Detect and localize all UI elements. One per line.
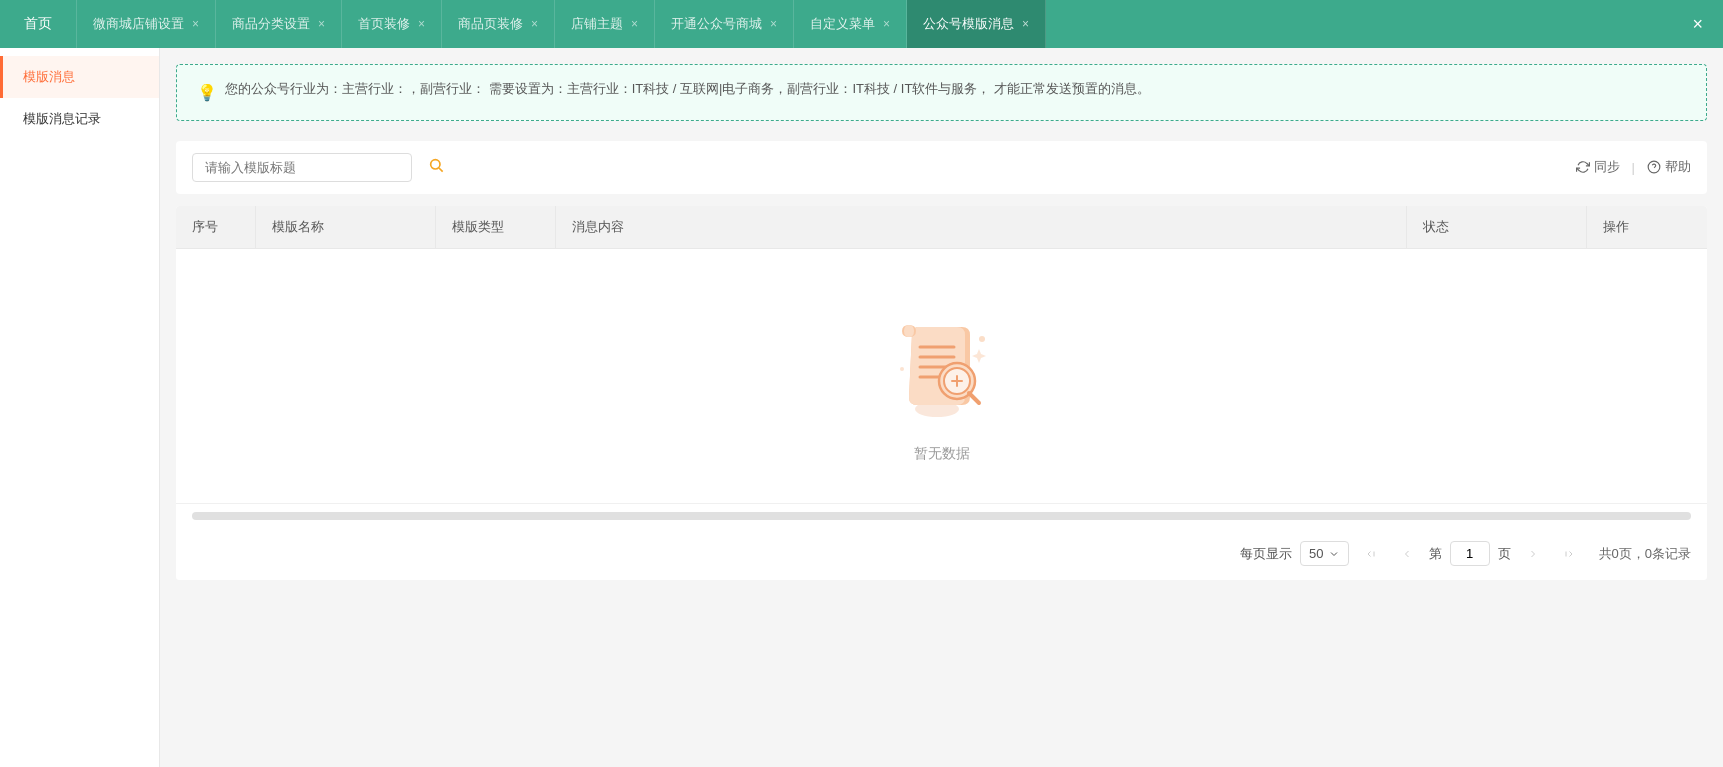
nav-tab-openstore-label: 开通公众号商城 [671, 15, 762, 33]
page-size-value: 50 [1309, 546, 1323, 561]
empty-illustration [882, 309, 1002, 429]
close-icon[interactable]: × [1022, 17, 1029, 31]
chevron-right-icon [1527, 548, 1539, 560]
nav-tab-weishop[interactable]: 微商城店铺设置 × [77, 0, 216, 48]
nav-tab-custommenu[interactable]: 自定义菜单 × [794, 0, 907, 48]
nav-tab-openstore[interactable]: 开通公众号商城 × [655, 0, 794, 48]
col-status: 状态 [1407, 206, 1587, 248]
sidebar-item-template-record[interactable]: 模版消息记录 [0, 98, 159, 140]
col-name: 模版名称 [256, 206, 436, 248]
col-content: 消息内容 [556, 206, 1407, 248]
global-close-icon: × [1692, 14, 1703, 35]
svg-point-0 [431, 160, 440, 169]
table-header: 序号 模版名称 模版类型 消息内容 状态 操作 [176, 206, 1707, 249]
last-page-button[interactable] [1555, 540, 1583, 568]
search-input[interactable] [192, 153, 412, 182]
next-page-button[interactable] [1519, 540, 1547, 568]
sidebar: 模版消息 模版消息记录 [0, 48, 160, 767]
sync-label: 同步 [1594, 158, 1620, 176]
nav-tab-productpage-label: 商品页装修 [458, 15, 523, 33]
col-type: 模版类型 [436, 206, 556, 248]
close-icon[interactable]: × [418, 17, 425, 31]
last-page-icon [1563, 548, 1575, 560]
notice-text: 您的公众号行业为：主营行业：，副营行业： 需要设置为：主营行业：IT科技 / 互… [225, 79, 1150, 100]
col-action: 操作 [1587, 206, 1707, 248]
search-bar: 同步 | 帮助 [176, 141, 1707, 194]
svg-line-11 [969, 393, 979, 403]
divider: | [1632, 160, 1635, 175]
page-end-word: 页 [1498, 545, 1511, 563]
close-icon[interactable]: × [531, 17, 538, 31]
refresh-icon [1576, 160, 1590, 174]
notice-box: 💡 您的公众号行业为：主营行业：，副营行业： 需要设置为：主营行业：IT科技 /… [176, 64, 1707, 121]
nav-tab-templatemsg[interactable]: 公众号模版消息 × [907, 0, 1046, 48]
notice-highlight: 需要设置为：主营行业：IT科技 / 互联网|电子商务，副营行业：IT科技 / I… [489, 81, 991, 96]
sidebar-item-template-msg-label: 模版消息 [23, 69, 75, 84]
nav-tab-weishop-label: 微商城店铺设置 [93, 15, 184, 33]
nav-tab-templatemsg-label: 公众号模版消息 [923, 15, 1014, 33]
help-button[interactable]: 帮助 [1647, 158, 1691, 176]
first-page-button[interactable] [1357, 540, 1385, 568]
search-right: 同步 | 帮助 [1576, 158, 1691, 176]
close-icon[interactable]: × [318, 17, 325, 31]
close-icon[interactable]: × [770, 17, 777, 31]
nav-tab-theme[interactable]: 店铺主题 × [555, 0, 655, 48]
main-content: 💡 您的公众号行业为：主营行业：，副营行业： 需要设置为：主营行业：IT科技 /… [160, 48, 1723, 767]
svg-point-14 [979, 336, 985, 342]
empty-text: 暂无数据 [914, 445, 970, 463]
pagination: 每页显示 50 第 [176, 528, 1707, 580]
chevron-down-icon [1328, 548, 1340, 560]
empty-state: 暂无数据 [176, 249, 1707, 503]
layout: 模版消息 模版消息记录 💡 您的公众号行业为：主营行业：，副营行业： 需要设置为… [0, 48, 1723, 767]
page-word: 第 [1429, 545, 1442, 563]
table-container: 序号 模版名称 模版类型 消息内容 状态 操作 [176, 206, 1707, 580]
page-size-select[interactable]: 50 [1300, 541, 1348, 566]
nav-tab-theme-label: 店铺主题 [571, 15, 623, 33]
page-size-label: 每页显示 [1240, 545, 1292, 563]
svg-point-15 [900, 367, 904, 371]
notice-prefix: 您的公众号行业为：主营行业：，副营行业： [225, 81, 485, 96]
chevron-left-icon [1401, 548, 1413, 560]
nav-tab-category[interactable]: 商品分类设置 × [216, 0, 342, 48]
top-nav: 首页 微商城店铺设置 × 商品分类设置 × 首页装修 × 商品页装修 × 店铺主… [0, 0, 1723, 48]
horizontal-scrollbar[interactable] [192, 512, 1691, 520]
close-icon[interactable]: × [883, 17, 890, 31]
search-icon [428, 157, 444, 173]
svg-line-1 [439, 168, 443, 172]
help-icon [1647, 160, 1661, 174]
close-icon[interactable]: × [631, 17, 638, 31]
close-icon[interactable]: × [192, 17, 199, 31]
nav-tab-homepage-label: 首页装修 [358, 15, 410, 33]
notice-icon: 💡 [197, 80, 217, 106]
nav-tab-homepage[interactable]: 首页装修 × [342, 0, 442, 48]
col-seq: 序号 [176, 206, 256, 248]
global-close-button[interactable]: × [1672, 0, 1723, 48]
first-page-icon [1365, 548, 1377, 560]
home-label: 首页 [24, 15, 52, 33]
search-button[interactable] [420, 153, 452, 181]
sidebar-item-template-msg[interactable]: 模版消息 [0, 56, 159, 98]
prev-page-button[interactable] [1393, 540, 1421, 568]
nav-tab-productpage[interactable]: 商品页装修 × [442, 0, 555, 48]
sync-button[interactable]: 同步 [1576, 158, 1620, 176]
sidebar-item-template-record-label: 模版消息记录 [23, 111, 101, 126]
help-label: 帮助 [1665, 158, 1691, 176]
notice-suffix: 才能正常发送预置的消息。 [994, 81, 1150, 96]
nav-tab-custommenu-label: 自定义菜单 [810, 15, 875, 33]
nav-tab-category-label: 商品分类设置 [232, 15, 310, 33]
search-left [192, 153, 452, 182]
nav-tab-home[interactable]: 首页 [0, 0, 77, 48]
total-info: 共0页，0条记录 [1599, 545, 1691, 563]
current-page-input[interactable] [1450, 541, 1490, 566]
scrollbar-area[interactable] [176, 503, 1707, 528]
